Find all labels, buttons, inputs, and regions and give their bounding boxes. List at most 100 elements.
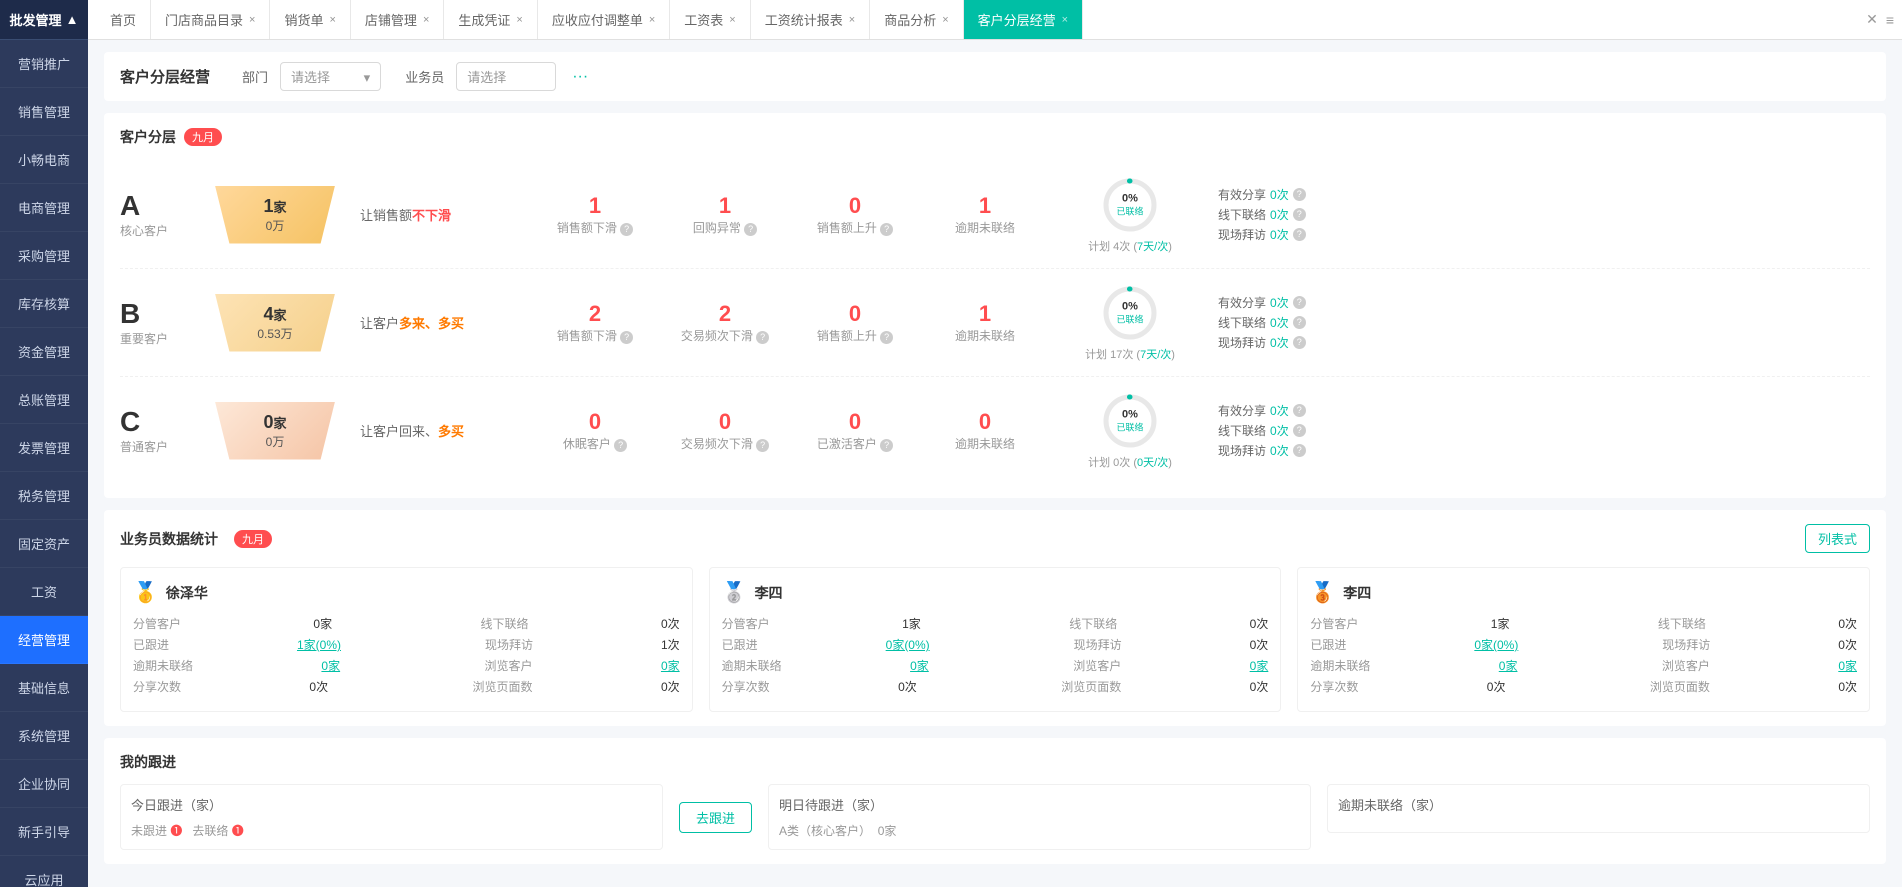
- tier-circle-A: 0% 已联络 计划 4次 (7天/次): [1050, 175, 1210, 254]
- customer-section: 客户分层 九月 A 核心客户 1家 0万 让销售额不下滑 1 销售额下滑 ? 1…: [104, 113, 1886, 498]
- sidebar-item-经营管理[interactable]: 经营管理: [0, 616, 88, 664]
- dept-select[interactable]: 请选择 ▾: [280, 62, 381, 91]
- list-view-button[interactable]: 列表式: [1805, 524, 1870, 553]
- content-area: 客户分层经营 部门 请选择 ▾ 业务员 请选择 ··· 客户分层 九月 A 核心…: [88, 40, 1902, 887]
- sidebar-item-电商管理[interactable]: 电商管理: [0, 184, 88, 232]
- sidebar-arrow-icon: ▲: [66, 12, 79, 27]
- more-filter-icon[interactable]: ···: [572, 68, 588, 86]
- tab-门店商品目录[interactable]: 门店商品目录×: [151, 0, 270, 40]
- overdue-followup-box: 逾期未联络（家）: [1327, 784, 1870, 833]
- sp-stat-row: 分享次数 0次 浏览页面数 0次: [722, 678, 1269, 695]
- tab-close-icon[interactable]: ×: [729, 14, 735, 26]
- sp-stat-row: 分管客户 0家 线下联络 0次: [133, 615, 680, 632]
- tier-stat3-C: 0 已激活客户 ?: [790, 409, 920, 452]
- biz-month-badge: 九月: [234, 530, 272, 548]
- sp-header: 🥉 李四: [1310, 580, 1857, 605]
- tier-label-B: B 重要客户: [120, 298, 200, 347]
- sp-stat-row: 逾期未联络 0家 浏览客户 0家: [133, 657, 680, 674]
- tab-close-icon[interactable]: ×: [329, 14, 335, 26]
- sidebar-item-基础信息[interactable]: 基础信息: [0, 664, 88, 712]
- tab-menu-icon[interactable]: ≡: [1886, 12, 1894, 28]
- tab-close-icon[interactable]: ×: [249, 14, 255, 26]
- sidebar-item-系统管理[interactable]: 系统管理: [0, 712, 88, 760]
- tab-close-icon[interactable]: ×: [423, 14, 429, 26]
- tab-close-icon[interactable]: ×: [516, 14, 522, 26]
- sp-stat-row: 分管客户 1家 线下联络 0次: [1310, 615, 1857, 632]
- sidebar-item-总账管理[interactable]: 总账管理: [0, 376, 88, 424]
- tier-action-A: 让销售额不下滑: [350, 205, 530, 224]
- sidebar-item-发票管理[interactable]: 发票管理: [0, 424, 88, 472]
- tomorrow-followup-box: 明日待跟进（家） A类（核心客户） 0家: [768, 784, 1311, 850]
- dept-label: 部门: [242, 67, 268, 86]
- biz-section: 业务员数据统计 九月 列表式 🥇 徐泽华 分管客户 0家 线下联络 0次 已跟进…: [104, 510, 1886, 726]
- tier-stat2-B: 2 交易频次下滑 ?: [660, 301, 790, 344]
- tab-生成凭证[interactable]: 生成凭证×: [444, 0, 537, 40]
- tier-right-stats-B: 有效分享0次 ? 线下联络0次 ? 现场拜访0次 ?: [1210, 294, 1370, 351]
- salesperson-card-1: 🥈 李四 分管客户 1家 线下联络 0次 已跟进 0家(0%) 现场拜访 0次 …: [709, 567, 1282, 712]
- tier-stat4-B: 1 逾期未联络: [920, 301, 1050, 344]
- dept-placeholder: 请选择: [291, 70, 330, 85]
- tab-首页[interactable]: 首页: [96, 0, 151, 40]
- salesperson-card-0: 🥇 徐泽华 分管客户 0家 线下联络 0次 已跟进 1家(0%) 现场拜访 1次…: [120, 567, 693, 712]
- page-title: 客户分层经营: [120, 66, 210, 87]
- sidebar-item-小畅电商[interactable]: 小畅电商: [0, 136, 88, 184]
- sp-stat-row: 已跟进 0家(0%) 现场拜访 0次: [1310, 636, 1857, 653]
- tab-工资表[interactable]: 工资表×: [670, 0, 750, 40]
- tab-close-icon[interactable]: ×: [942, 14, 948, 26]
- today-label: 今日跟进（家）: [131, 795, 652, 814]
- sp-stat-row: 分管客户 1家 线下联络 0次: [722, 615, 1269, 632]
- tier-label-A: A 核心客户: [120, 190, 200, 239]
- tier-stat4-A: 1 逾期未联络: [920, 193, 1050, 236]
- a-tier-val: 0家: [878, 824, 897, 838]
- sp-header: 🥈 李四: [722, 580, 1269, 605]
- tier-stat1-B: 2 销售额下滑 ?: [530, 301, 660, 344]
- tab-close-icon[interactable]: ×: [849, 14, 855, 26]
- sidebar-brand-text: 批发管理: [10, 10, 62, 29]
- sales-placeholder: 请选择: [467, 70, 506, 85]
- tier-stat3-B: 0 销售额上升 ?: [790, 301, 920, 344]
- close-all-icon[interactable]: ✕: [1866, 11, 1878, 28]
- sidebar-item-企业协同[interactable]: 企业协同: [0, 760, 88, 808]
- sidebar-item-资金管理[interactable]: 资金管理: [0, 328, 88, 376]
- sales-select[interactable]: 请选择: [456, 62, 556, 91]
- sidebar-item-营销推广[interactable]: 营销推广: [0, 40, 88, 88]
- tomorrow-label: 明日待跟进（家）: [779, 795, 1300, 814]
- sidebar-item-新手引导[interactable]: 新手引导: [0, 808, 88, 856]
- tab-客户分层经营[interactable]: 客户分层经营×: [964, 0, 1083, 40]
- tier-stat1-C: 0 休眠客户 ?: [530, 409, 660, 452]
- sidebar-item-固定资产[interactable]: 固定资产: [0, 520, 88, 568]
- sidebar-item-销售管理[interactable]: 销售管理: [0, 88, 88, 136]
- sp-name: 李四: [755, 583, 783, 603]
- sidebar-item-税务管理[interactable]: 税务管理: [0, 472, 88, 520]
- tab-close-icon[interactable]: ×: [1062, 14, 1068, 26]
- sidebar-item-工资[interactable]: 工资: [0, 568, 88, 616]
- sidebar-brand[interactable]: 批发管理 ▲: [0, 0, 88, 40]
- tier-stat1-A: 1 销售额下滑 ?: [530, 193, 660, 236]
- sp-name: 徐泽华: [166, 583, 208, 603]
- tier-stat4-C: 0 逾期未联络: [920, 409, 1050, 452]
- sp-medal-icon: 🥈: [722, 580, 747, 605]
- sp-stat-row: 已跟进 0家(0%) 现场拜访 0次: [722, 636, 1269, 653]
- go-followup-button[interactable]: 去跟进: [679, 802, 752, 833]
- sp-medal-icon: 🥇: [133, 580, 158, 605]
- tab-商品分析[interactable]: 商品分析×: [870, 0, 963, 40]
- tab-工资统计报表[interactable]: 工资统计报表×: [751, 0, 870, 40]
- tab-close-icon[interactable]: ×: [649, 14, 655, 26]
- sales-label: 业务员: [405, 67, 444, 86]
- tab-应收应付调整单[interactable]: 应收应付调整单×: [538, 0, 670, 40]
- sidebar: 批发管理 ▲ 营销推广销售管理小畅电商电商管理采购管理库存核算资金管理总账管理发…: [0, 0, 88, 887]
- tab-店铺管理[interactable]: 店铺管理×: [351, 0, 444, 40]
- sidebar-item-库存核算[interactable]: 库存核算: [0, 280, 88, 328]
- sidebar-item-云应用[interactable]: 云应用: [0, 856, 88, 887]
- main-area: 首页门店商品目录×销货单×店铺管理×生成凭证×应收应付调整单×工资表×工资统计报…: [88, 0, 1902, 887]
- today-sub: 未跟进 ❶ 去联络 ❶: [131, 822, 652, 839]
- a-tier-text: A类（核心客户） 0家: [779, 824, 896, 838]
- dept-arrow-icon: ▾: [364, 70, 371, 85]
- customer-section-header: 客户分层 九月: [120, 127, 1870, 147]
- tier-row-B: B 重要客户 4家 0.53万 让客户多来、多买 2 销售额下滑 ? 2 交易频…: [120, 269, 1870, 377]
- sidebar-item-采购管理[interactable]: 采购管理: [0, 232, 88, 280]
- tier-stat2-C: 0 交易频次下滑 ?: [660, 409, 790, 452]
- tab-销货单[interactable]: 销货单×: [270, 0, 350, 40]
- overdue-label: 逾期未联络（家）: [1338, 795, 1859, 814]
- sp-stat-row: 逾期未联络 0家 浏览客户 0家: [1310, 657, 1857, 674]
